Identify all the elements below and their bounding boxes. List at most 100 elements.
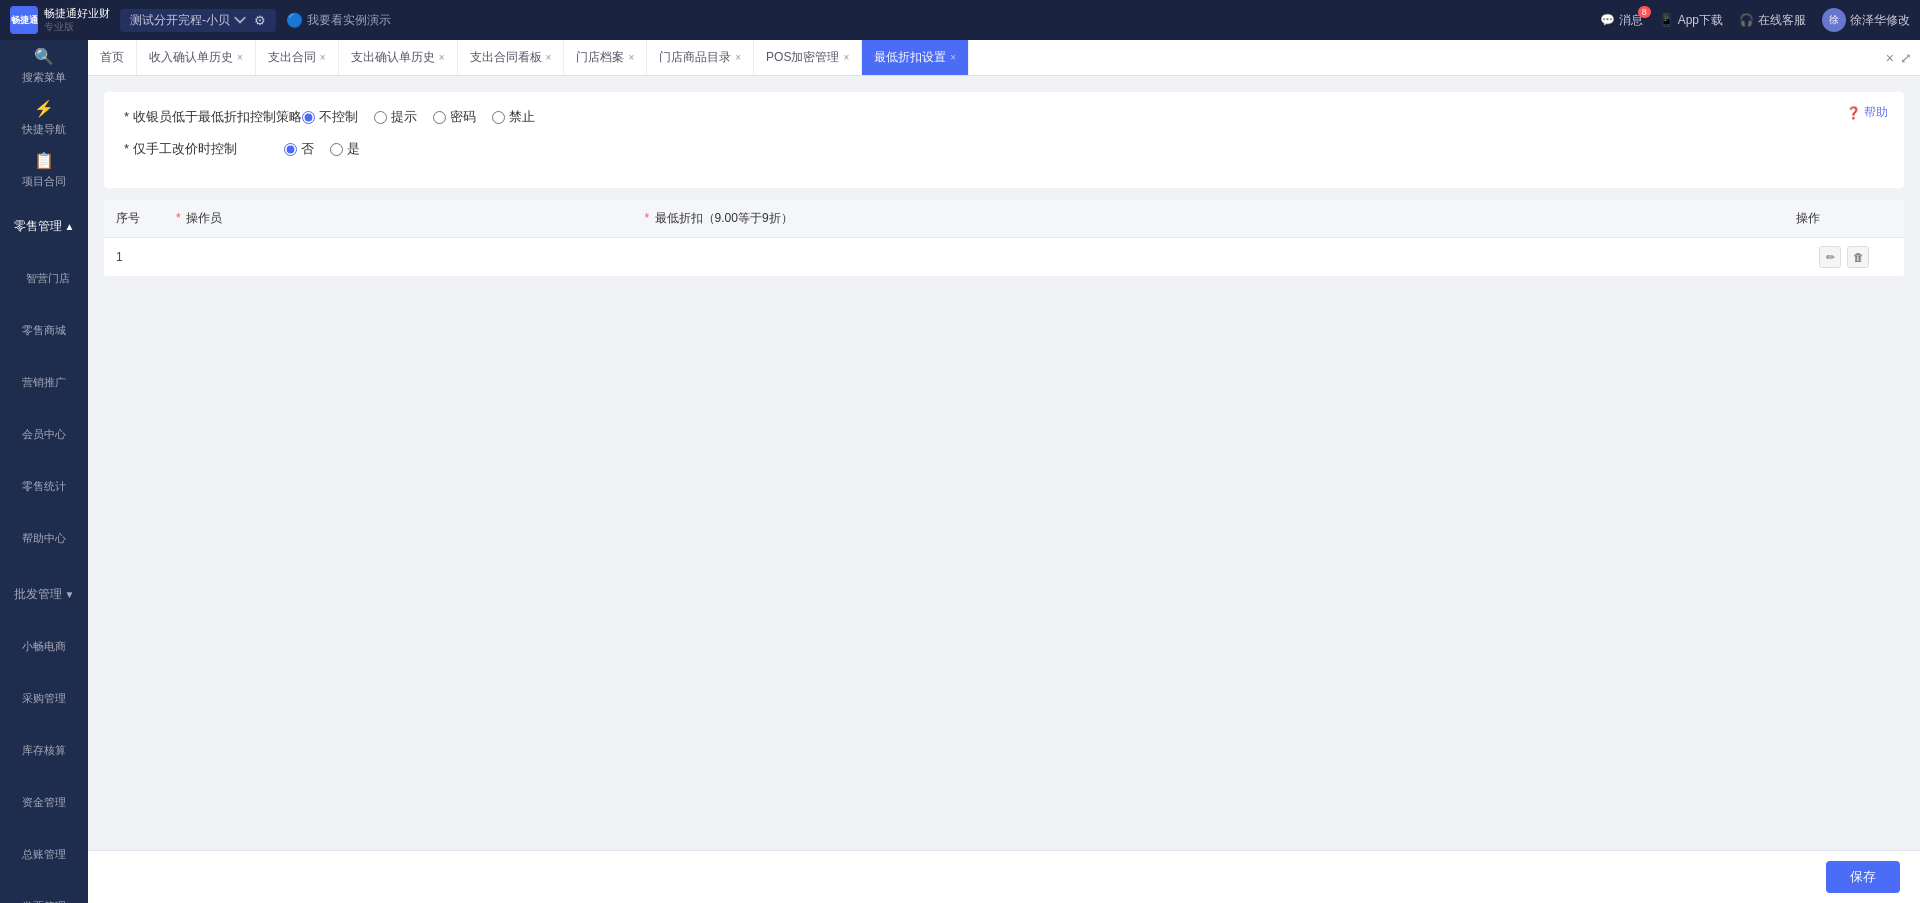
tab-close-icon[interactable]: ×: [546, 52, 552, 63]
table-header-row: 序号 * 操作员 * 最低折扣（9.00等于9折） 操作: [104, 200, 1904, 238]
sidebar-item-ledger[interactable]: 总账管理: [0, 828, 88, 880]
radio-hint-input[interactable]: [374, 111, 387, 124]
app-logo: 畅捷通 畅捷通好业财 专业版: [10, 6, 110, 34]
app-download-button[interactable]: 📱 App下载: [1659, 12, 1723, 29]
tab-close-icon[interactable]: ×: [843, 52, 849, 63]
member-label: 会员中心: [22, 427, 66, 442]
demo-link[interactable]: 🔵 我要看实例演示: [286, 12, 391, 29]
tab-close-icon[interactable]: ×: [950, 52, 956, 63]
headset-icon: 🎧: [1739, 13, 1754, 27]
radio-hint[interactable]: 提示: [374, 108, 417, 126]
page-footer: 保存: [88, 850, 1920, 903]
tab-home[interactable]: 首页: [88, 40, 137, 76]
cell-actions: ✏ 🗑: [1784, 238, 1904, 277]
cashier-policy-label: * 收银员低于最低折扣控制策略: [124, 108, 302, 126]
sidebar-item-marketing[interactable]: 营销推广: [0, 356, 88, 408]
tabbar-actions: × ⤢: [1878, 50, 1920, 66]
help-link[interactable]: ❓ 帮助: [1846, 104, 1888, 121]
chevron-down-icon: ▼: [65, 589, 75, 600]
finance-label: 资金管理: [22, 795, 66, 810]
question-icon: ❓: [1846, 106, 1861, 120]
sidebar-item-wholesale[interactable]: 批发管理 ▼: [0, 568, 88, 620]
radio-manual-yes[interactable]: 是: [330, 140, 360, 158]
tab-store-archive[interactable]: 门店档案 ×: [564, 40, 647, 76]
sidebar-item-help[interactable]: 帮助中心: [0, 512, 88, 564]
sidebar-item-search[interactable]: 🔍 搜索菜单: [0, 40, 88, 92]
help-label: 帮助中心: [22, 531, 66, 546]
user-profile[interactable]: 徐 徐泽华修改: [1822, 8, 1910, 32]
tab-store-products[interactable]: 门店商品目录 ×: [647, 40, 754, 76]
content-area: 首页 收入确认单历史 × 支出合同 × 支出确认单历史 × 支出合同看板 × 门…: [88, 40, 1920, 903]
sidebar-item-quicknav[interactable]: ⚡ 快捷导航: [0, 92, 88, 144]
radio-manual-yes-input[interactable]: [330, 143, 343, 156]
close-all-tabs-button[interactable]: ×: [1886, 50, 1894, 66]
tab-min-discount[interactable]: 最低折扣设置 ×: [862, 40, 969, 76]
discount-table: 序号 * 操作员 * 最低折扣（9.00等于9折） 操作: [104, 200, 1904, 277]
sidebar-item-retailstat[interactable]: 零售统计: [0, 460, 88, 512]
sidebar-item-label: 项目合同: [22, 174, 66, 189]
message-button[interactable]: 💬 消息 8: [1600, 12, 1643, 29]
radio-forbid-input[interactable]: [492, 111, 505, 124]
tab-close-icon[interactable]: ×: [439, 52, 445, 63]
manual-price-label: * 仅手工改价时控制: [124, 140, 284, 158]
tab-label: 门店档案: [576, 49, 624, 66]
radio-no-control-input[interactable]: [302, 111, 315, 124]
sidebar-item-inventory[interactable]: 库存核算: [0, 724, 88, 776]
sidebar-item-finance[interactable]: 资金管理: [0, 776, 88, 828]
message-badge: 8: [1638, 6, 1651, 18]
cell-seq: 1: [104, 238, 164, 277]
settings-icon[interactable]: ⚙: [254, 13, 266, 28]
sidebar-item-ecommerce[interactable]: 小畅电商: [0, 620, 88, 672]
radio-no-control[interactable]: 不控制: [302, 108, 358, 126]
sidebar-item-contract[interactable]: 📋 项目合同: [0, 144, 88, 196]
customer-service-button[interactable]: 🎧 在线客服: [1739, 12, 1806, 29]
onlineshop-label: 零售商城: [22, 323, 66, 338]
retailstat-label: 零售统计: [22, 479, 66, 494]
tab-payment-contract[interactable]: 支出合同 ×: [256, 40, 339, 76]
tab-payment-confirm[interactable]: 支出确认单历史 ×: [339, 40, 458, 76]
expand-tab-button[interactable]: ⤢: [1900, 50, 1912, 66]
sidebar-item-purchase[interactable]: 采购管理: [0, 672, 88, 724]
retail-label: 零售管理: [14, 218, 62, 235]
tab-pos-password[interactable]: POS加密管理 ×: [754, 40, 862, 76]
ecommerce-label: 小畅电商: [22, 639, 66, 654]
sidebar-item-onlineshop[interactable]: 零售商城: [0, 304, 88, 356]
tab-close-icon[interactable]: ×: [237, 52, 243, 63]
radio-manual-yes-label: 是: [347, 140, 360, 158]
tab-label: POS加密管理: [766, 49, 839, 66]
sidebar-item-smartshop[interactable]: 智营门店: [0, 252, 88, 304]
edit-row-button[interactable]: ✏: [1819, 246, 1841, 268]
radio-forbid[interactable]: 禁止: [492, 108, 535, 126]
app-download-icon: 📱: [1659, 13, 1674, 27]
radio-password-input[interactable]: [433, 111, 446, 124]
tab-close-icon[interactable]: ×: [735, 52, 741, 63]
save-button[interactable]: 保存: [1826, 861, 1900, 893]
quicknav-icon: ⚡: [34, 99, 54, 118]
sidebar-item-retail[interactable]: 零售管理 ▲: [0, 200, 88, 252]
radio-manual-no[interactable]: 否: [284, 140, 314, 158]
contract-icon: 📋: [34, 151, 54, 170]
cashier-policy-radio-group: 不控制 提示 密码 禁止: [302, 108, 535, 126]
purchase-label: 采购管理: [22, 691, 66, 706]
help-text: 帮助: [1864, 104, 1888, 121]
col-header-min-discount: * 最低折扣（9.00等于9折）: [633, 200, 1784, 238]
project-selector[interactable]: 测试分开完程-小贝 ⚙: [120, 9, 276, 32]
sidebar-item-member[interactable]: 会员中心: [0, 408, 88, 460]
chevron-down-icon: [234, 14, 246, 26]
tab-close-icon[interactable]: ×: [320, 52, 326, 63]
radio-password[interactable]: 密码: [433, 108, 476, 126]
tab-close-icon[interactable]: ×: [628, 52, 634, 63]
sidebar-item-label: 搜索菜单: [22, 70, 66, 85]
radio-manual-no-input[interactable]: [284, 143, 297, 156]
delete-row-button[interactable]: 🗑: [1847, 246, 1869, 268]
marketing-label: 营销推广: [22, 375, 66, 390]
tab-payment-board[interactable]: 支出合同看板 ×: [458, 40, 565, 76]
tab-label: 最低折扣设置: [874, 49, 946, 66]
search-icon: 🔍: [34, 47, 54, 66]
ledger-label: 总账管理: [22, 847, 66, 862]
sidebar-item-invoice[interactable]: 发票管理: [0, 880, 88, 903]
edition-label: 专业版: [44, 21, 110, 33]
table-section: 序号 * 操作员 * 最低折扣（9.00等于9折） 操作: [104, 200, 1904, 277]
inventory-label: 库存核算: [22, 743, 66, 758]
tab-income-history[interactable]: 收入确认单历史 ×: [137, 40, 256, 76]
